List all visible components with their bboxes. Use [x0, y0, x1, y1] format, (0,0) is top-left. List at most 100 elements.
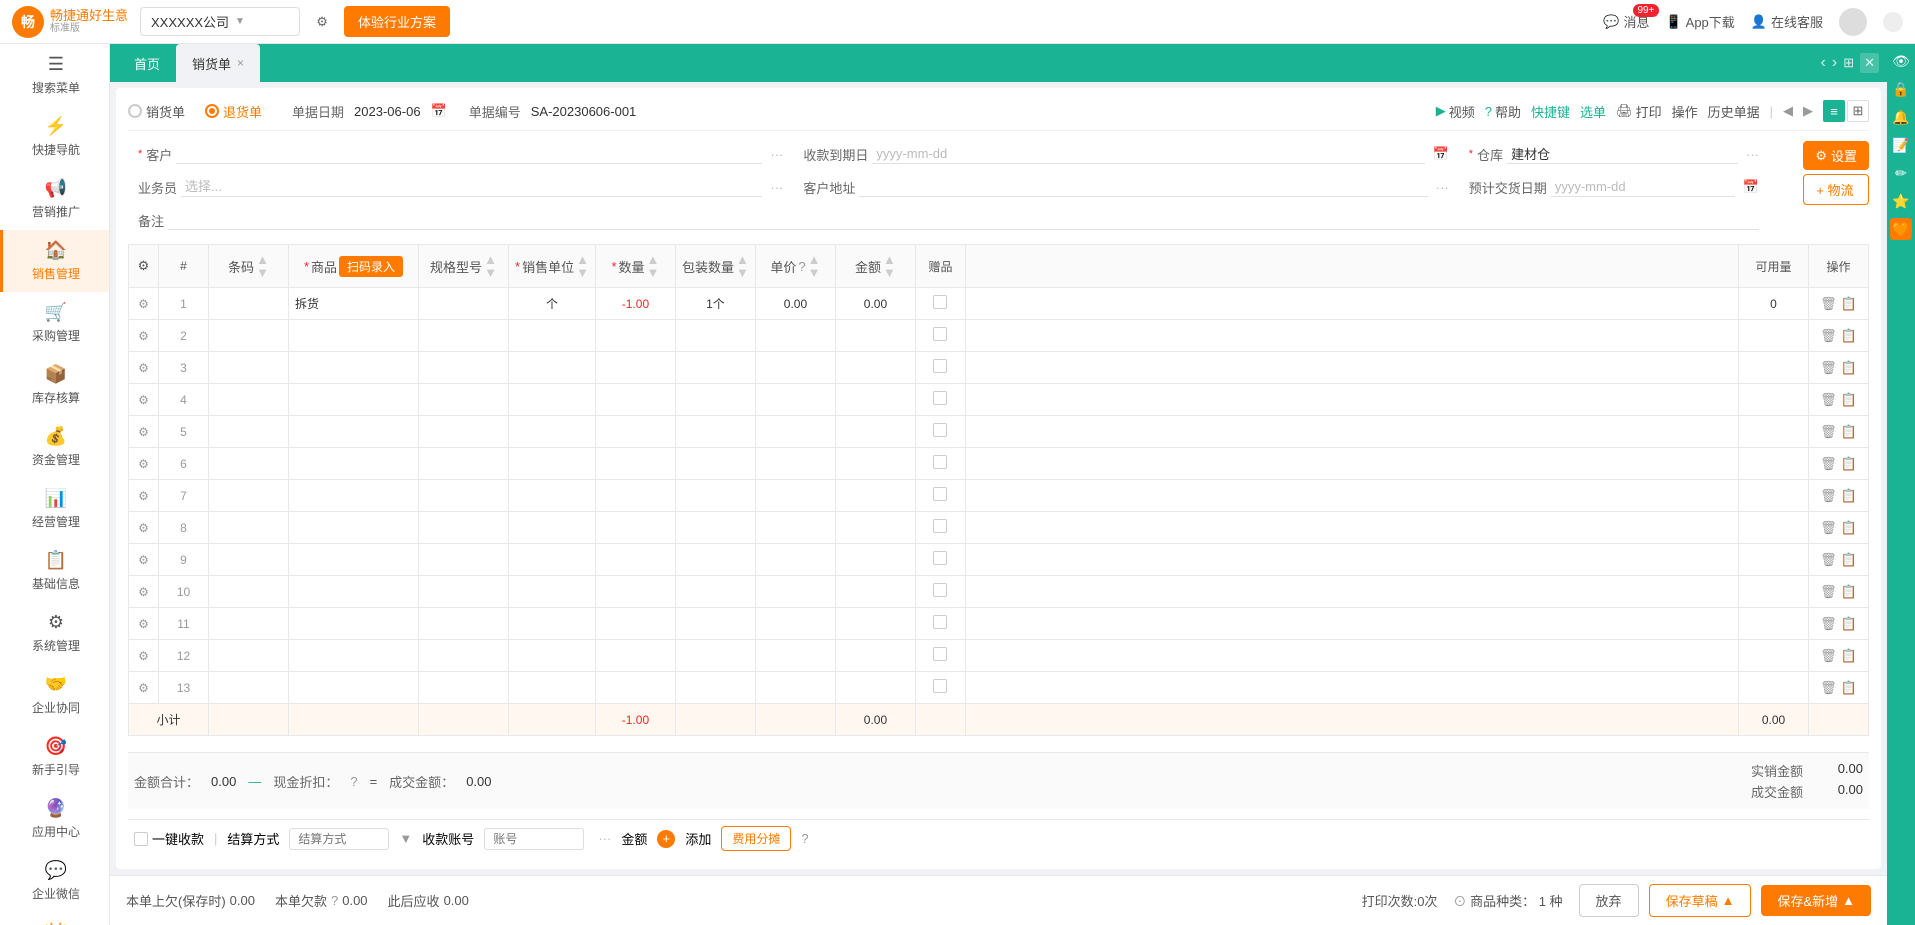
- payment-due-calendar-icon[interactable]: 📅: [1433, 146, 1449, 162]
- row-settings[interactable]: ⚙: [129, 416, 159, 448]
- row-spec[interactable]: [419, 480, 509, 512]
- row-gift[interactable]: [915, 672, 965, 704]
- settings-icon[interactable]: ⚙: [308, 8, 336, 36]
- online-service-button[interactable]: 👤 在线客服: [1751, 12, 1823, 31]
- row-spec[interactable]: [419, 288, 509, 320]
- delete-row-icon[interactable]: 🗑: [1820, 520, 1837, 536]
- row-settings[interactable]: ⚙: [129, 640, 159, 672]
- app-download-button[interactable]: 📱 App下载: [1665, 12, 1734, 31]
- row-qty[interactable]: [595, 576, 675, 608]
- copy-row-icon[interactable]: 📋: [1841, 584, 1857, 600]
- sidebar-item-member[interactable]: 👑 畅会员: [0, 912, 109, 925]
- row-barcode[interactable]: [209, 576, 289, 608]
- row-price[interactable]: [755, 416, 835, 448]
- row-remark[interactable]: [965, 672, 1738, 704]
- row-gift[interactable]: [915, 480, 965, 512]
- delete-row-icon[interactable]: 🗑: [1820, 328, 1837, 344]
- row-remark[interactable]: [965, 640, 1738, 672]
- row-barcode[interactable]: [209, 608, 289, 640]
- rp-icon-2[interactable]: 🔒: [1890, 78, 1912, 100]
- delete-row-icon[interactable]: 🗑: [1820, 296, 1837, 312]
- row-settings[interactable]: ⚙: [129, 576, 159, 608]
- row-settings[interactable]: ⚙: [129, 320, 159, 352]
- copy-row-icon[interactable]: 📋: [1841, 520, 1857, 536]
- help-btn[interactable]: ?帮助: [1485, 102, 1521, 121]
- copy-row-icon[interactable]: 📋: [1841, 552, 1857, 568]
- account-input[interactable]: [484, 828, 584, 850]
- row-settings[interactable]: ⚙: [129, 384, 159, 416]
- copy-row-icon[interactable]: 📋: [1841, 616, 1857, 632]
- row-spec[interactable]: [419, 576, 509, 608]
- radio-return[interactable]: 退货单: [205, 102, 262, 121]
- rp-icon-3[interactable]: 🔔: [1890, 106, 1912, 128]
- row-settings[interactable]: ⚙: [129, 352, 159, 384]
- expected-delivery-input[interactable]: [1551, 177, 1735, 197]
- copy-row-icon[interactable]: 📋: [1841, 680, 1857, 696]
- row-settings[interactable]: ⚙: [129, 608, 159, 640]
- col-settings-header[interactable]: ⚙: [129, 245, 159, 288]
- copy-row-icon[interactable]: 📋: [1841, 424, 1857, 440]
- row-settings[interactable]: ⚙: [129, 512, 159, 544]
- sidebar-item-finance[interactable]: 💰 资金管理: [0, 416, 109, 478]
- sidebar-item-search[interactable]: ☰ 搜索菜单: [0, 44, 109, 106]
- salesperson-more-icon[interactable]: ···: [770, 180, 783, 195]
- row-spec[interactable]: [419, 448, 509, 480]
- row-price[interactable]: [755, 512, 835, 544]
- tab-next-icon[interactable]: ›: [1832, 54, 1837, 72]
- row-price[interactable]: [755, 352, 835, 384]
- account-more-icon[interactable]: ···: [598, 831, 611, 846]
- list-view-btn[interactable]: ≡: [1823, 100, 1845, 122]
- tab-prev-icon[interactable]: ‹: [1821, 54, 1826, 72]
- row-barcode[interactable]: [209, 640, 289, 672]
- grid-view-btn[interactable]: ⊞: [1847, 100, 1869, 122]
- row-remark[interactable]: [965, 288, 1738, 320]
- customer-more-icon[interactable]: ···: [770, 147, 783, 162]
- warehouse-more-icon[interactable]: ···: [1746, 147, 1759, 162]
- company-selector[interactable]: XXXXXX公司 ▼: [140, 7, 300, 36]
- row-gift[interactable]: [915, 384, 965, 416]
- one-click-payment-checkbox[interactable]: 一键收款: [134, 829, 204, 848]
- warehouse-input[interactable]: [1507, 144, 1738, 164]
- add-payment-button[interactable]: +: [657, 830, 675, 848]
- print-btn[interactable]: 🖨打印: [1616, 102, 1662, 121]
- table-settings-icon[interactable]: ⚙: [138, 258, 150, 273]
- row-settings[interactable]: ⚙: [129, 480, 159, 512]
- row-price[interactable]: [755, 384, 835, 416]
- sidebar-item-sales[interactable]: 🏠 销售管理: [0, 230, 109, 292]
- messages-button[interactable]: 💬 消息 99+: [1603, 12, 1649, 31]
- save-draft-button[interactable]: 保存草稿 ▲: [1649, 884, 1752, 917]
- salesperson-input[interactable]: [181, 177, 762, 197]
- row-price[interactable]: [755, 320, 835, 352]
- address-more-icon[interactable]: ···: [1436, 180, 1449, 195]
- sidebar-item-guide[interactable]: 🎯 新手引导: [0, 726, 109, 788]
- row-spec[interactable]: [419, 640, 509, 672]
- expense-split-button[interactable]: 费用分摊: [721, 826, 791, 851]
- row-gift[interactable]: [915, 544, 965, 576]
- delete-row-icon[interactable]: 🗑: [1820, 488, 1837, 504]
- row-qty[interactable]: [595, 608, 675, 640]
- note-input[interactable]: [168, 210, 1759, 230]
- sidebar-item-wechat[interactable]: 💬 企业微信: [0, 850, 109, 912]
- row-gift[interactable]: [915, 416, 965, 448]
- row-price[interactable]: [755, 640, 835, 672]
- rp-icon-1[interactable]: 👁: [1890, 50, 1912, 72]
- row-spec[interactable]: [419, 352, 509, 384]
- row-barcode[interactable]: [209, 544, 289, 576]
- row-qty[interactable]: [595, 512, 675, 544]
- sidebar-item-system[interactable]: ⚙ 系统管理: [0, 602, 109, 664]
- copy-row-icon[interactable]: 📋: [1841, 456, 1857, 472]
- row-remark[interactable]: [965, 576, 1738, 608]
- expense-question-icon[interactable]: ?: [801, 831, 808, 846]
- tab-grid-icon[interactable]: ⊞: [1843, 55, 1854, 71]
- operation-btn[interactable]: 操作: [1672, 102, 1698, 121]
- row-barcode[interactable]: [209, 480, 289, 512]
- customer-input[interactable]: [176, 144, 762, 164]
- row-price[interactable]: [755, 672, 835, 704]
- row-price[interactable]: [755, 576, 835, 608]
- sidebar-item-quick[interactable]: ⚡ 快捷导航: [0, 106, 109, 168]
- sidebar-item-appstore[interactable]: 🔮 应用中心: [0, 788, 109, 850]
- trial-button[interactable]: 体验行业方案: [344, 6, 450, 37]
- row-qty[interactable]: [595, 352, 675, 384]
- row-remark[interactable]: [965, 480, 1738, 512]
- row-barcode[interactable]: [209, 384, 289, 416]
